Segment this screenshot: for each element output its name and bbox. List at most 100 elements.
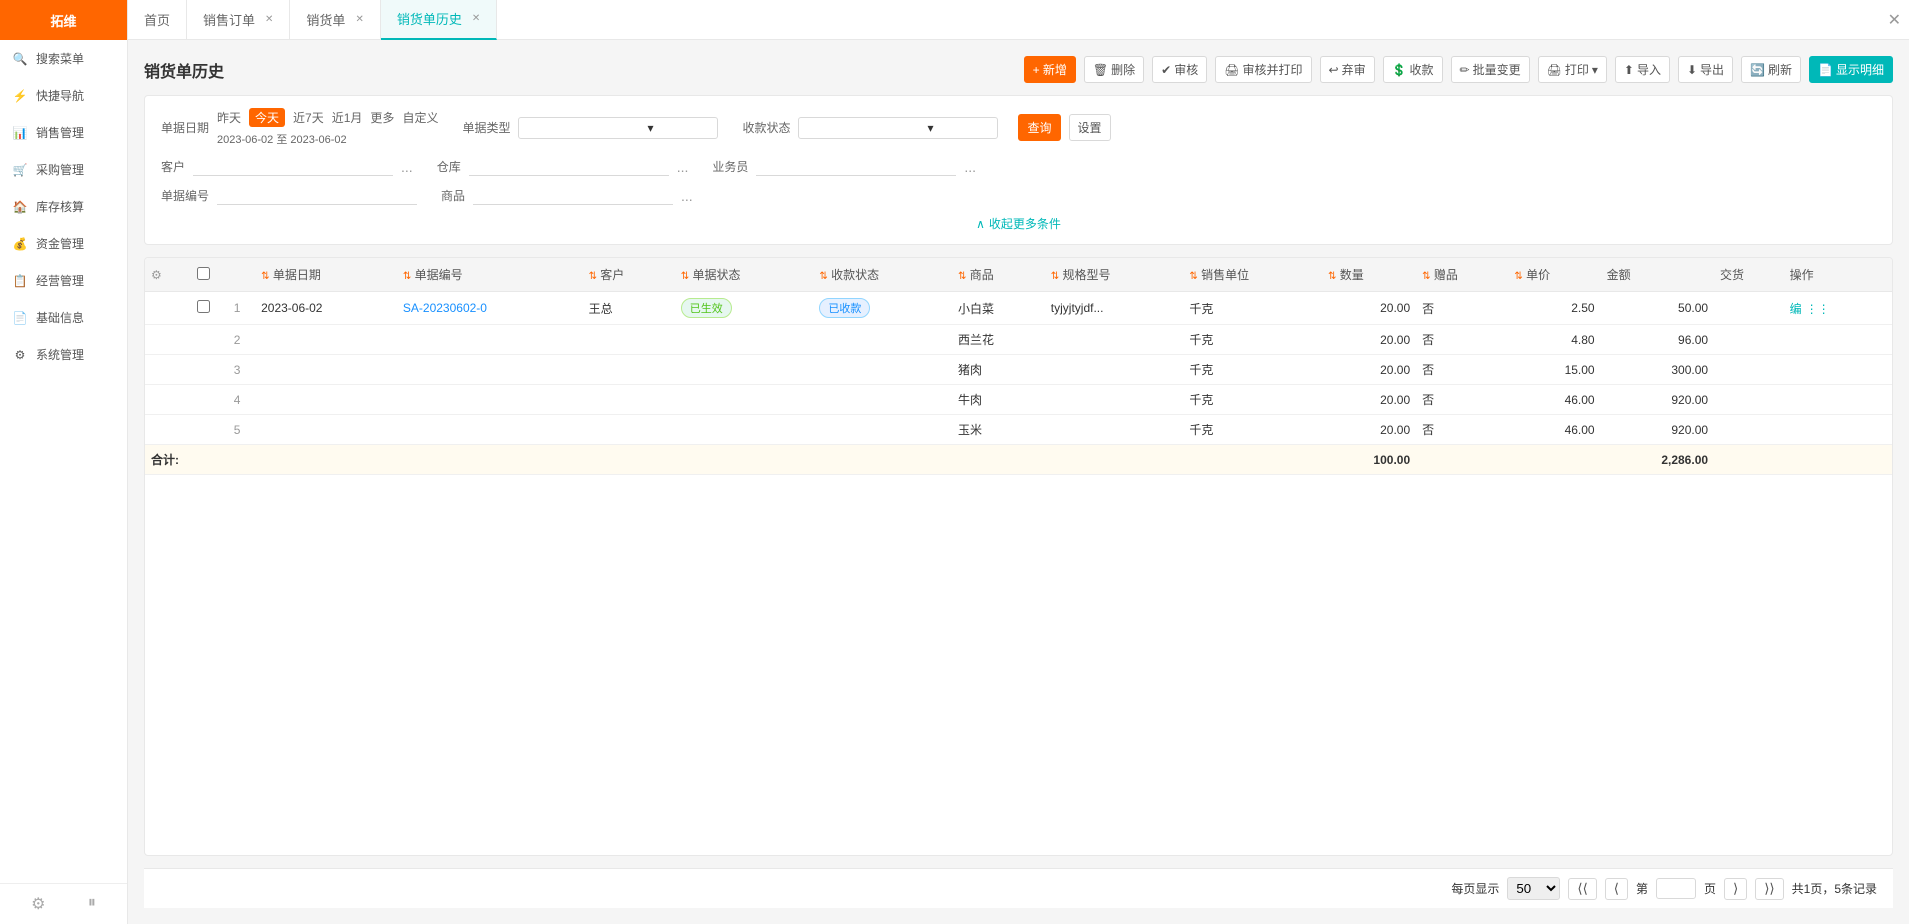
new-button[interactable]: + 新增 [1024,56,1076,83]
tab-home[interactable]: 首页 [128,0,187,40]
th-settings[interactable]: ⚙ [145,258,189,292]
inventory-icon: 🏠 [12,199,28,215]
sidebar: 拓维 🔍 搜索菜单 ⚡ 快捷导航 📊 销售管理 🛒 采购管理 🏠 库存核算 💰 … [0,0,128,924]
refresh-icon: 🔄 [1750,63,1765,77]
delete-button[interactable]: 🗑 删除 [1084,56,1144,83]
select-all-checkbox[interactable] [197,267,210,280]
th-doc-status[interactable]: ⇅ 单据状态 [675,258,814,292]
date-yesterday[interactable]: 昨天 [217,109,241,126]
sort-icon: ⇅ [1514,271,1522,282]
agent-ellipsis[interactable]: ... [964,159,976,175]
th-collect-status[interactable]: ⇅ 收款状态 [813,258,952,292]
row-unit: 千克 [1183,292,1322,325]
sidebar-item-sales[interactable]: 📊 销售管理 [0,114,127,151]
tab-sales-order-close[interactable]: ✕ [265,14,273,25]
row-checkbox-cell [189,385,219,415]
collapse-button[interactable]: ∧ 收起更多条件 [161,215,1876,232]
th-spec[interactable]: ⇅ 规格型号 [1045,258,1184,292]
data-table: ⚙ ⇅ 单据日期 ⇅ 单据编号 ⇅ 客户 ⇅ 单据状态 ⇅ 收款状态 ⇅ 商品 … [145,258,1892,475]
more-button[interactable]: ⋮⋮ [1806,302,1830,316]
th-customer[interactable]: ⇅ 客户 [583,258,675,292]
tab-sales-history-label: 销货单历史 [397,9,462,28]
row-doc-date: 2023-06-02 [255,292,397,325]
edit-button[interactable]: 编 [1790,302,1802,316]
sidebar-item-label: 系统管理 [36,346,84,363]
sidebar-item-management[interactable]: 📋 经营管理 [0,262,127,299]
sidebar-item-info[interactable]: 📄 基础信息 [0,299,127,336]
goods-ellipsis[interactable]: ... [681,188,693,204]
per-page-select[interactable]: 50 100 200 [1507,877,1560,900]
abandon-button[interactable]: ↩ 弃审 [1320,56,1375,83]
sidebar-item-search[interactable]: 🔍 搜索菜单 [0,40,127,77]
audit-print-button[interactable]: 🖨 审核并打印 [1215,56,1311,83]
next-page-button[interactable]: ⟩ [1724,878,1747,900]
th-price[interactable]: ⇅ 单价 [1508,258,1600,292]
th-goods[interactable]: ⇅ 商品 [952,258,1045,292]
collect-status-select[interactable]: ▾ [798,117,998,139]
print-button[interactable]: 🖨 打印 ▾ [1538,56,1607,83]
date-custom[interactable]: 自定义 [402,109,438,126]
sidebar-item-inventory[interactable]: 🏠 库存核算 [0,188,127,225]
import-button[interactable]: ⬆ 导入 [1615,56,1670,83]
row-amount: 920.00 [1601,415,1714,445]
goods-input[interactable] [473,186,673,205]
tab-sales-history-close[interactable]: ✕ [472,13,480,24]
sort-icon: ⇅ [1422,271,1430,282]
sidebar-pause-icon[interactable]: ⏸ [88,894,96,914]
warehouse-ellipsis[interactable]: ... [677,159,689,175]
row-checkbox-cell [189,355,219,385]
row-collect-status [813,325,952,355]
row-goods: 小白菜 [952,292,1045,325]
filter-doc-no: 单据编号 [161,186,417,205]
tab-sales-order[interactable]: 销售订单 ✕ [187,0,290,40]
doc-no-input[interactable] [217,186,417,205]
refresh-button[interactable]: 🔄 刷新 [1741,56,1801,83]
row-checkbox[interactable] [197,300,210,313]
th-doc-no[interactable]: ⇅ 单据编号 [397,258,583,292]
sort-icon: ⇅ [261,271,269,282]
row-qty: 20.00 [1322,385,1416,415]
th-gift[interactable]: ⇅ 赠品 [1416,258,1508,292]
first-page-button[interactable]: ⟨⟨ [1568,878,1596,900]
collect-button[interactable]: 💲 收款 [1383,56,1443,83]
settings-button[interactable]: 设置 [1069,114,1111,141]
export-button[interactable]: ⬇ 导出 [1678,56,1733,83]
last-page-button[interactable]: ⟩⟩ [1755,878,1783,900]
query-button[interactable]: 查询 [1018,114,1060,141]
page-number-input[interactable]: 1 [1656,878,1696,899]
footer-spacer5 [1784,445,1892,475]
show-detail-button[interactable]: 📄 显示明细 [1809,56,1893,83]
tab-close-all[interactable]: ✕ [1888,10,1909,30]
row-spec [1045,355,1184,385]
date-more[interactable]: 更多 [370,109,394,126]
customer-input[interactable] [193,157,393,176]
audit-button[interactable]: ✔ 审核 [1152,56,1207,83]
row-gift: 否 [1416,292,1508,325]
agent-input[interactable] [756,157,956,176]
warehouse-input[interactable] [469,157,669,176]
sidebar-settings-icon[interactable]: ⚙ [31,894,45,914]
th-unit[interactable]: ⇅ 销售单位 [1183,258,1322,292]
tab-sales-history[interactable]: 销货单历史 ✕ [381,0,497,40]
prev-page-button[interactable]: ⟨ [1605,878,1628,900]
doc-type-select[interactable]: ▾ [518,117,718,139]
date-today[interactable]: 今天 [249,108,285,127]
th-doc-date[interactable]: ⇅ 单据日期 [255,258,397,292]
column-settings-icon[interactable]: ⚙ [151,268,162,282]
sidebar-item-purchase[interactable]: 🛒 采购管理 [0,151,127,188]
sidebar-item-money[interactable]: 💰 资金管理 [0,225,127,262]
sidebar-item-system[interactable]: ⚙ 系统管理 [0,336,127,373]
tab-sales-invoice[interactable]: 销货单 ✕ [290,0,380,40]
row-qty: 20.00 [1322,325,1416,355]
date-1month[interactable]: 近1月 [332,109,363,126]
show-detail-icon: 📄 [1818,63,1833,77]
row-doc-status [675,325,814,355]
tab-sales-invoice-close[interactable]: ✕ [355,14,363,25]
sidebar-item-nav[interactable]: ⚡ 快捷导航 [0,77,127,114]
date-7days[interactable]: 近7天 [293,109,324,126]
filter-goods: 商品 ... [441,186,693,205]
customer-ellipsis[interactable]: ... [401,159,413,175]
batch-change-button[interactable]: ✏ 批量变更 [1451,56,1530,83]
row-num: 3 [219,355,255,385]
th-qty[interactable]: ⇅ 数量 [1322,258,1416,292]
